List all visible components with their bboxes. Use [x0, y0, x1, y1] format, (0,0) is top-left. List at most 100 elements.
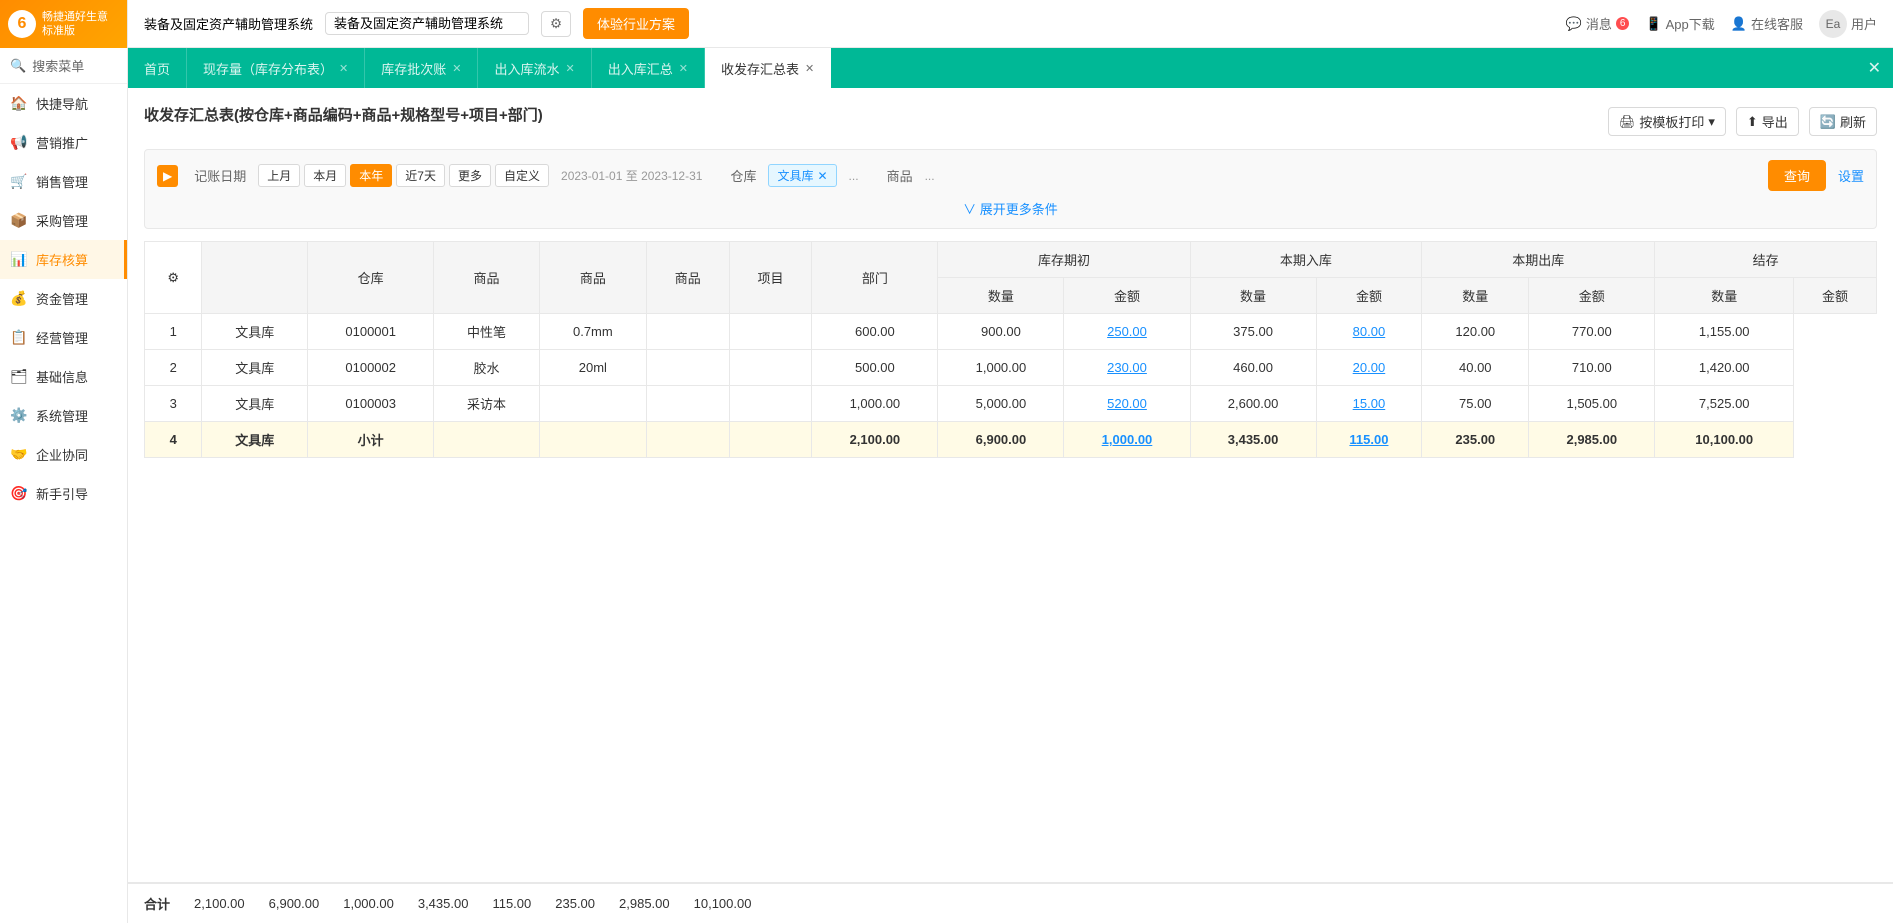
- row1-no: 1: [145, 314, 202, 350]
- subtotal-in-qty[interactable]: 1,000.00: [1064, 422, 1190, 458]
- sidebar-item-purchase[interactable]: 📦 采购管理: [0, 201, 127, 240]
- system-icon: ⚙️: [10, 407, 28, 425]
- online-support-item[interactable]: 👤 在线客服: [1731, 14, 1803, 33]
- row2-in-qty[interactable]: 230.00: [1064, 350, 1190, 386]
- warehouse-tag-close[interactable]: ✕: [817, 169, 827, 183]
- subtotal-row: 4 文具库 小计 2,100.00 6,900.00 1,000.00 3,43…: [145, 422, 1877, 458]
- tab-inout-flow[interactable]: 出入库流水 ✕: [478, 48, 591, 88]
- goods-filter-label: 商品: [887, 166, 913, 185]
- page-content: 收发存汇总表(按仓库+商品编码+商品+规格型号+项目+部门) 🖨 按模板打印 ▾…: [128, 88, 1893, 923]
- row2-in-amt: 460.00: [1190, 350, 1316, 386]
- date-btn-last-month[interactable]: 上月: [258, 164, 300, 187]
- date-btn-this-year[interactable]: 本年: [350, 164, 392, 187]
- inventory-icon: 📊: [10, 251, 28, 269]
- table-row: 2 文具库 0100002 胶水 20ml 500.00 1,000.00 23…: [145, 350, 1877, 386]
- row2-open-amt: 1,000.00: [938, 350, 1064, 386]
- sidebar-item-sales[interactable]: 🛒 销售管理: [0, 162, 127, 201]
- main-content: 装备及固定资产辅助管理系统 装备及固定资产辅助管理系统 ⚙ 体验行业方案 💬 消…: [128, 0, 1893, 923]
- th-close-amt: 金额: [1794, 278, 1877, 314]
- table-settings-icon[interactable]: ⚙: [145, 242, 202, 314]
- th-goods-code: 商品: [434, 242, 540, 314]
- tab-batch[interactable]: 库存批次账 ✕: [365, 48, 478, 88]
- warehouse-more[interactable]: ...: [849, 169, 859, 183]
- total-in-qty: 1,000.00: [343, 896, 394, 911]
- row3-project: [646, 386, 729, 422]
- warehouse-tag[interactable]: 文具库 ✕: [768, 164, 836, 187]
- row1-open-amt: 900.00: [938, 314, 1064, 350]
- app-download-item[interactable]: 📱 App下载: [1645, 14, 1714, 33]
- notification-item[interactable]: 💬 消息 6: [1566, 14, 1630, 33]
- row2-code: 0100002: [308, 350, 434, 386]
- export-button[interactable]: ⬆ 导出: [1736, 107, 1799, 136]
- row3-warehouse: 文具库: [202, 386, 308, 422]
- row1-out-qty[interactable]: 80.00: [1316, 314, 1422, 350]
- sidebar-item-inventory[interactable]: 📊 库存核算: [0, 240, 127, 279]
- row1-close-amt: 1,155.00: [1655, 314, 1794, 350]
- tab-receive-send[interactable]: 收发存汇总表 ✕: [705, 48, 831, 88]
- user-item[interactable]: Ea 用户: [1819, 10, 1877, 38]
- subtotal-out-qty[interactable]: 115.00: [1316, 422, 1422, 458]
- global-close-button[interactable]: ✕: [1856, 58, 1893, 78]
- print-button[interactable]: 🖨 按模板打印 ▾: [1608, 107, 1726, 136]
- sidebar-item-system[interactable]: ⚙️ 系统管理: [0, 396, 127, 435]
- row1-out-amt: 120.00: [1422, 314, 1529, 350]
- row3-spec: [539, 386, 646, 422]
- tab-close-inventory-dist[interactable]: ✕: [339, 62, 348, 75]
- search-menu[interactable]: 🔍 搜索菜单: [0, 48, 127, 84]
- date-btn-more[interactable]: 更多: [449, 164, 491, 187]
- row2-out-qty[interactable]: 20.00: [1316, 350, 1422, 386]
- sidebar-item-finance[interactable]: 💰 资金管理: [0, 279, 127, 318]
- tab-close-inout-summary[interactable]: ✕: [679, 62, 688, 75]
- sidebar-item-enterprise[interactable]: 🤝 企业协同: [0, 435, 127, 474]
- row3-out-qty[interactable]: 15.00: [1316, 386, 1422, 422]
- sidebar-item-quick-nav[interactable]: 🏠 快捷导航: [0, 84, 127, 123]
- th-out-qty: 数量: [1422, 278, 1529, 314]
- th-department: 部门: [812, 242, 938, 314]
- goods-more[interactable]: ...: [925, 169, 935, 183]
- tab-inventory-dist[interactable]: 现存量（库存分布表） ✕: [187, 48, 365, 88]
- refresh-icon: 🔄: [1820, 114, 1836, 130]
- sidebar-item-marketing[interactable]: 📢 营销推广: [0, 123, 127, 162]
- date-range-display: 2023-01-01 至 2023-12-31: [561, 167, 702, 184]
- topbar-settings-button[interactable]: ⚙: [541, 11, 571, 37]
- logo-icon: 6: [8, 10, 36, 38]
- tab-close-batch[interactable]: ✕: [452, 62, 461, 75]
- row1-open-qty: 600.00: [812, 314, 938, 350]
- tab-inout-summary[interactable]: 出入库汇总 ✕: [592, 48, 705, 88]
- row3-close-qty: 1,505.00: [1529, 386, 1655, 422]
- query-button[interactable]: 查询: [1768, 160, 1826, 191]
- sidebar-item-guide[interactable]: 🎯 新手引导: [0, 474, 127, 513]
- tab-close-receive-send[interactable]: ✕: [805, 62, 814, 75]
- trial-button[interactable]: 体验行业方案: [583, 8, 689, 39]
- filter-expand-button[interactable]: ▶: [157, 165, 178, 187]
- total-in-amt: 3,435.00: [418, 896, 469, 911]
- subtotal-label: 小计: [308, 422, 434, 458]
- date-btn-7days[interactable]: 近7天: [396, 164, 445, 187]
- refresh-button[interactable]: 🔄 刷新: [1809, 107, 1877, 136]
- date-btn-this-month[interactable]: 本月: [304, 164, 346, 187]
- tab-close-inout-flow[interactable]: ✕: [566, 62, 575, 75]
- row2-warehouse: 文具库: [202, 350, 308, 386]
- row2-close-amt: 1,420.00: [1655, 350, 1794, 386]
- settings-link[interactable]: 设置: [1838, 166, 1864, 185]
- row2-out-amt: 40.00: [1422, 350, 1529, 386]
- sidebar-item-operation[interactable]: 📋 经营管理: [0, 318, 127, 357]
- row1-dept: [729, 314, 812, 350]
- system-select[interactable]: 装备及固定资产辅助管理系统: [325, 12, 529, 35]
- sidebar-item-basic[interactable]: 🗂 基础信息: [0, 357, 127, 396]
- row2-dept: [729, 350, 812, 386]
- row3-open-amt: 5,000.00: [938, 386, 1064, 422]
- row3-in-qty[interactable]: 520.00: [1064, 386, 1190, 422]
- th-goods-name: 商品: [539, 242, 646, 314]
- tab-home[interactable]: 首页: [128, 48, 187, 88]
- export-icon: ⬆: [1747, 114, 1758, 130]
- th-open-amt: 金额: [1064, 278, 1190, 314]
- expand-more-button[interactable]: ∨ 展开更多条件: [963, 199, 1058, 218]
- enterprise-icon: 🤝: [10, 446, 28, 464]
- date-btn-custom[interactable]: 自定义: [495, 164, 549, 187]
- subtotal-open-amt: 6,900.00: [938, 422, 1064, 458]
- sales-icon: 🛒: [10, 173, 28, 191]
- row2-spec: 20ml: [539, 350, 646, 386]
- row1-in-qty[interactable]: 250.00: [1064, 314, 1190, 350]
- warehouse-filter-label: 仓库: [730, 166, 756, 185]
